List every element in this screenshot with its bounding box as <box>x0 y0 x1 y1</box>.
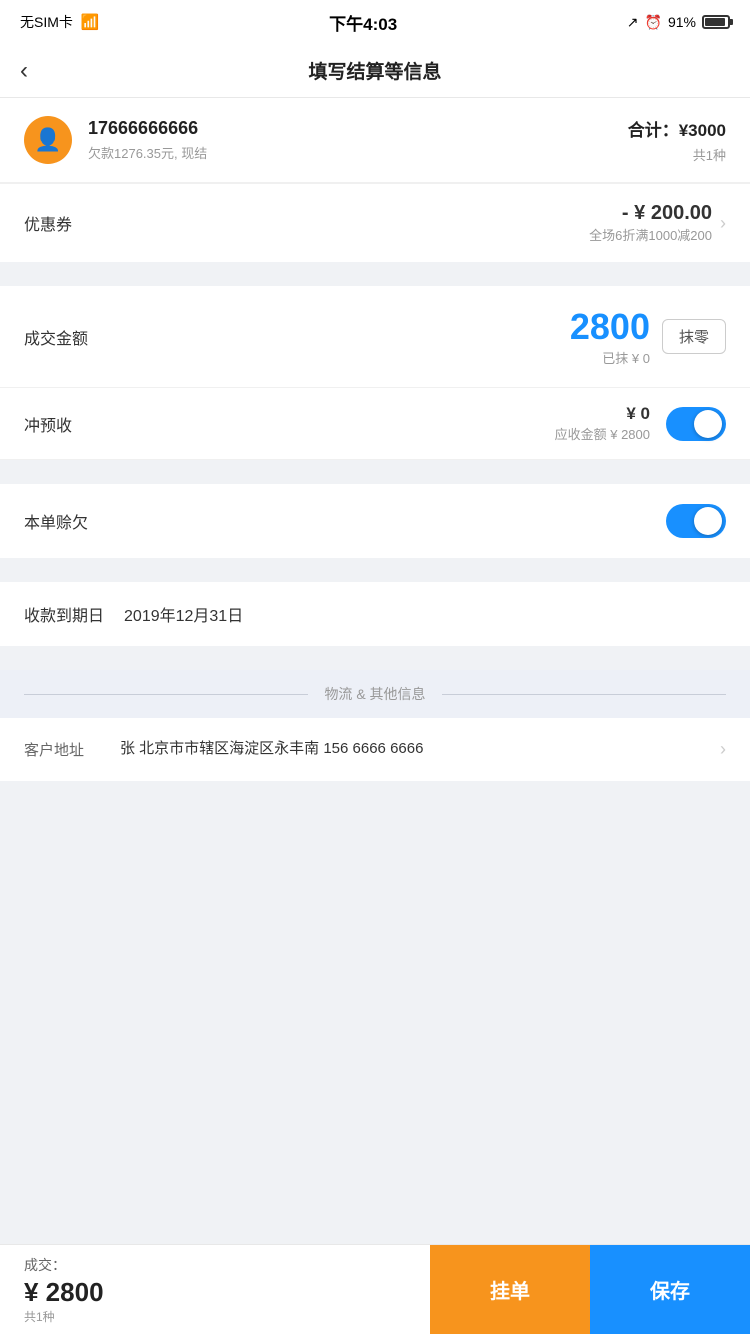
wifi-icon: 📶 <box>81 13 100 31</box>
debt-card: 本单赊欠 <box>0 484 750 558</box>
alarm-icon: ⏰ <box>645 14 662 31</box>
logistics-line-left <box>24 694 308 695</box>
debt-row: 本单赊欠 <box>0 484 750 558</box>
prepay-row: 冲预收 ¥ 0 应收金额 ¥ 2800 <box>0 388 750 460</box>
page-title: 填写结算等信息 <box>308 57 441 84</box>
avatar-icon: 👤 <box>34 127 61 153</box>
content-area: 👤 17666666666 欠款1276.35元, 现结 合计：¥3000 共1… <box>0 98 750 1081</box>
section-divider-2 <box>0 472 750 484</box>
bottom-count: 共1种 <box>24 1308 406 1325</box>
status-left: 无SIM卡 📶 <box>20 12 100 32</box>
status-bar: 无SIM卡 📶 下午4:03 ↗ ⏰ 91% <box>0 0 750 44</box>
address-label: 客户地址 <box>24 739 104 760</box>
coupon-chevron-icon: › <box>720 213 726 234</box>
status-right: ↗ ⏰ 91% <box>627 14 730 31</box>
round-button[interactable]: 抹零 <box>662 319 726 354</box>
address-row[interactable]: 客户地址 张 北京市市辖区海淀区永丰南 156 6666 6666 › <box>0 718 750 781</box>
debt-toggle[interactable] <box>666 504 726 538</box>
user-card: 👤 17666666666 欠款1276.35元, 现结 合计：¥3000 共1… <box>0 98 750 262</box>
coupon-desc: 全场6折满1000减200 <box>589 225 712 244</box>
hold-button[interactable]: 挂单 <box>430 1245 590 1334</box>
transaction-label: 成交金额 <box>24 325 114 349</box>
battery-fill <box>705 18 725 26</box>
section-divider-1 <box>0 274 750 286</box>
debt-label: 本单赊欠 <box>24 509 114 533</box>
debt-toggle-thumb <box>694 507 722 535</box>
coupon-label: 优惠券 <box>24 211 104 235</box>
back-button[interactable]: ‹ <box>20 57 28 85</box>
status-time: 下午4:03 <box>329 10 397 35</box>
avatar: 👤 <box>24 116 72 164</box>
location-icon: ↗ <box>627 14 639 31</box>
logistics-divider: 物流 & 其他信息 <box>0 670 750 718</box>
prepay-label: 冲预收 <box>24 412 114 436</box>
total-amount: 合计：¥3000 <box>628 116 726 141</box>
due-date-row: 收款到期日 2019年12月31日 <box>0 582 750 646</box>
user-total: 合计：¥3000 共1种 <box>628 116 726 164</box>
battery-percent: 91% <box>668 14 696 30</box>
trans-right: 2800 已抹 ¥ 0 <box>570 306 650 367</box>
user-row: 👤 17666666666 欠款1276.35元, 现结 合计：¥3000 共1… <box>0 98 750 183</box>
prepay-amount: ¥ 0 <box>555 404 650 424</box>
empty-area <box>0 781 750 981</box>
transaction-sub: 已抹 ¥ 0 <box>602 348 650 367</box>
address-value: 张 北京市市辖区海淀区永丰南 156 6666 6666 <box>120 738 710 761</box>
due-date-card: 收款到期日 2019年12月31日 <box>0 582 750 646</box>
prepay-value-area: ¥ 0 应收金额 ¥ 2800 <box>555 404 650 443</box>
debt-value-area <box>666 504 726 538</box>
address-chevron-icon: › <box>720 739 726 760</box>
bottom-bar: 成交： ¥ 2800 共1种 挂单 保存 <box>0 1244 750 1334</box>
due-date-label: 收款到期日 <box>24 602 104 626</box>
battery-bar <box>702 15 730 29</box>
section-divider-3 <box>0 570 750 582</box>
section-divider-4 <box>0 658 750 670</box>
carrier-text: 无SIM卡 <box>20 12 73 32</box>
transaction-amount: 2800 <box>570 306 650 348</box>
prepay-toggle-thumb <box>694 410 722 438</box>
bottom-summary: 成交： ¥ 2800 共1种 <box>0 1255 430 1325</box>
coupon-value: - ¥ 200.00 <box>589 202 712 225</box>
prepay-toggle[interactable] <box>666 407 726 441</box>
logistics-line-right <box>442 694 726 695</box>
transaction-value-area: 2800 已抹 ¥ 0 抹零 <box>570 306 726 367</box>
transaction-card: 成交金额 2800 已抹 ¥ 0 抹零 冲预收 ¥ 0 应收金额 ¥ 2800 <box>0 286 750 460</box>
transaction-row: 成交金额 2800 已抹 ¥ 0 抹零 <box>0 286 750 388</box>
user-sub-text: 欠款1276.35元, 现结 <box>88 143 628 162</box>
save-button[interactable]: 保存 <box>590 1245 750 1334</box>
bottom-trans-amount: ¥ 2800 <box>24 1277 406 1308</box>
logistics-text: 物流 & 其他信息 <box>308 684 441 704</box>
user-info: 17666666666 欠款1276.35元, 现结 <box>88 118 628 162</box>
user-phone: 17666666666 <box>88 118 628 139</box>
total-count: 共1种 <box>628 145 726 164</box>
nav-bar: ‹ 填写结算等信息 <box>0 44 750 98</box>
coupon-row[interactable]: 优惠券 - ¥ 200.00 全场6折满1000减200 › <box>0 183 750 262</box>
bottom-trans-label: 成交： <box>24 1255 406 1275</box>
coupon-right: - ¥ 200.00 全场6折满1000减200 › <box>589 202 726 244</box>
prepay-right: ¥ 0 应收金额 ¥ 2800 <box>555 404 726 443</box>
prepay-sub: 应收金额 ¥ 2800 <box>555 424 650 443</box>
due-date-value: 2019年12月31日 <box>124 602 243 626</box>
